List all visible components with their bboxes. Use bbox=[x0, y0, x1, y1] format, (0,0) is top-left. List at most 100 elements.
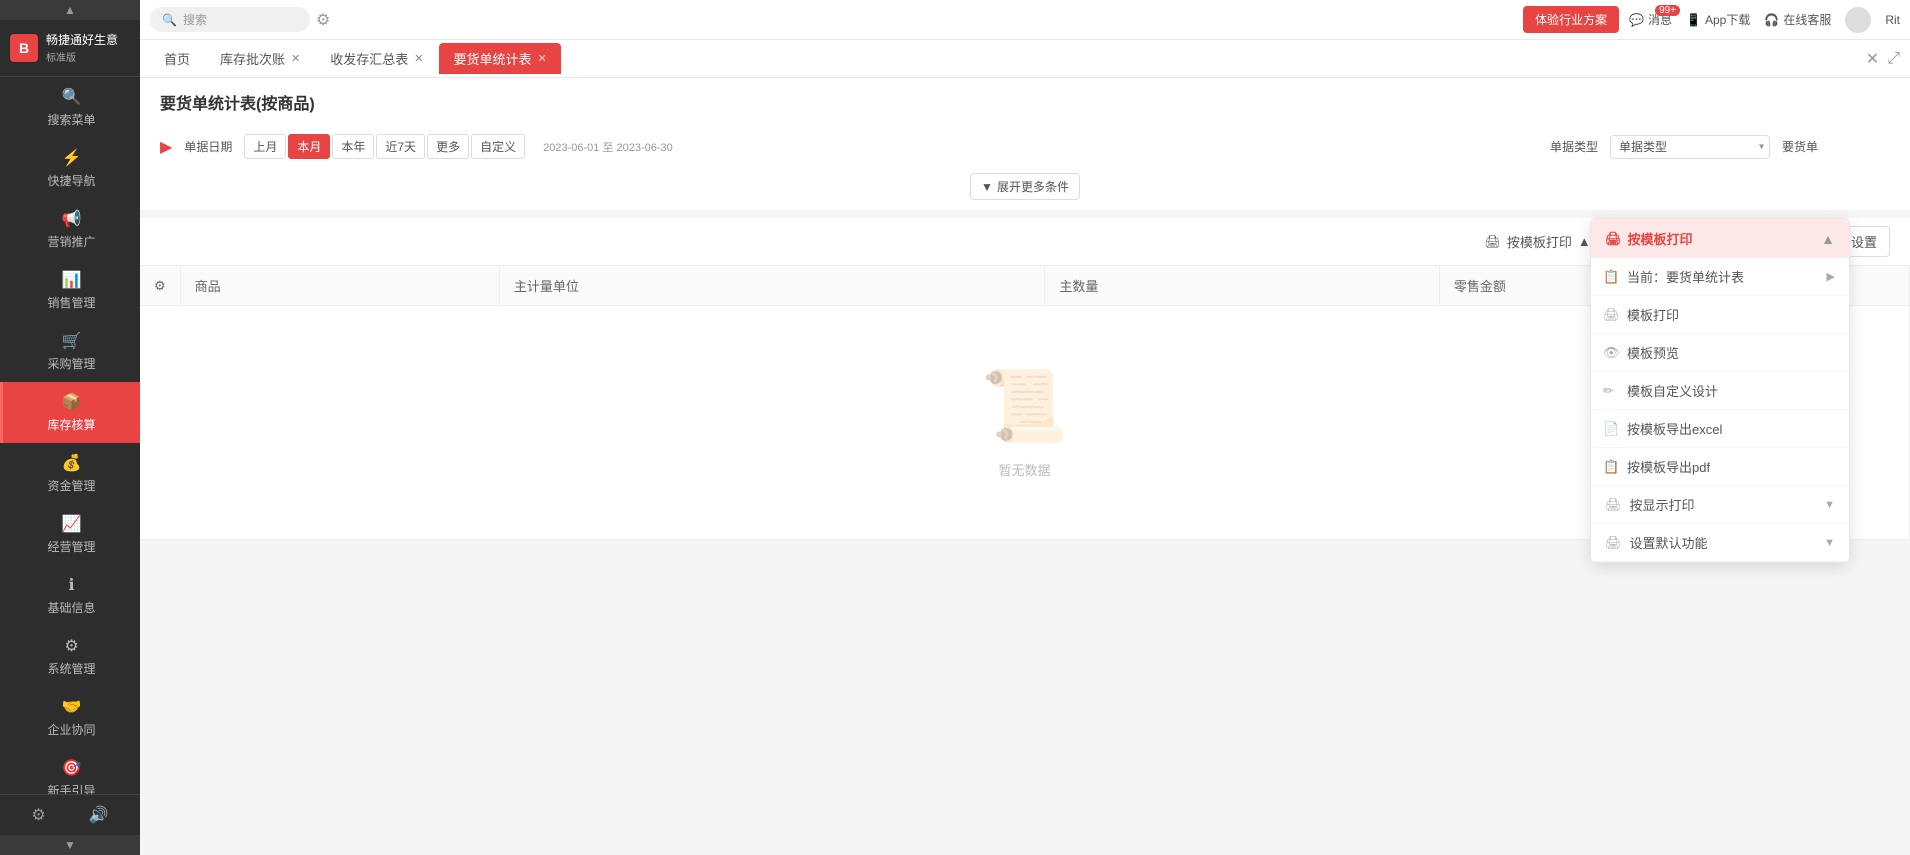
print-item-模板自定义设计[interactable]: ✏模板自定义设计 bbox=[1591, 372, 1849, 410]
print-arrow-icon: ▲ bbox=[1578, 234, 1591, 249]
logo-text-block: 畅捷通好生意 标准版 bbox=[46, 32, 118, 64]
page-title: 要货单统计表(按商品) bbox=[160, 90, 1890, 124]
nav-label: 快捷导航 bbox=[47, 172, 95, 189]
tab-close-icon[interactable]: ✕ bbox=[291, 52, 300, 65]
sidebar: ▲ B 畅捷通好生意 标准版 🔍 搜索菜单 ⚡快捷导航📢营销推广📊销售管理 🛒 采购管理… bbox=[0, 0, 140, 855]
sub-label: 设置默认功能 bbox=[1630, 533, 1708, 552]
tab-首页[interactable]: 首页 bbox=[150, 43, 204, 74]
sidebar-item-企业协同[interactable]: 🤝企业协同 bbox=[0, 687, 140, 748]
app-download-btn[interactable]: 📱 App下载 bbox=[1686, 11, 1750, 28]
tab-库存批次账[interactable]: 库存批次账 ✕ bbox=[206, 43, 314, 74]
expand-icon[interactable]: ▶ bbox=[160, 137, 172, 157]
tab-close-icon[interactable]: ✕ bbox=[414, 52, 423, 65]
sidebar-item-库存核算[interactable]: 📦 库存核算 bbox=[0, 382, 140, 443]
date-label: 单据日期 bbox=[184, 138, 232, 155]
gear-icon[interactable]: ⚙ bbox=[316, 10, 330, 30]
sidebar-item-快捷导航[interactable]: ⚡快捷导航 bbox=[0, 138, 140, 199]
nav-label: 库存核算 bbox=[47, 416, 95, 433]
logo-name: 畅捷通好生意 bbox=[46, 32, 118, 49]
print-dropdown-close-icon[interactable]: ▲ bbox=[1821, 231, 1835, 247]
col-header-商品: 商品 bbox=[180, 266, 499, 306]
tab-close-icon[interactable]: ✕ bbox=[538, 52, 547, 65]
print-item-按模板导出pdf[interactable]: 📋按模板导出pdf bbox=[1591, 448, 1849, 486]
print-sub-设置默认功能[interactable]: 🖨设置默认功能▼ bbox=[1591, 524, 1849, 562]
tab-要货单统计表[interactable]: 要货单统计表✕ bbox=[439, 43, 560, 74]
nav-icon: 💰 bbox=[62, 453, 82, 473]
sub-label: 按显示打印 bbox=[1630, 495, 1695, 514]
avatar[interactable] bbox=[1845, 7, 1871, 33]
message-icon: 💬 bbox=[1629, 13, 1644, 27]
current-label-text: 当前：要货单统计表 bbox=[1627, 267, 1744, 286]
nav-icon: 📦 bbox=[62, 392, 82, 412]
print-template-btn[interactable]: 🖨 按模板打印 ▲ bbox=[1484, 232, 1590, 251]
settings-icon[interactable]: ⚙ bbox=[31, 805, 45, 825]
print-sub-items-list: 🖨按显示打印▼🖨设置默认功能▼ bbox=[1591, 486, 1849, 562]
order-type-select[interactable]: 单据类型 bbox=[1610, 135, 1770, 159]
date-btn-更多[interactable]: 更多 bbox=[427, 134, 469, 159]
logo-sub: 标准版 bbox=[46, 49, 118, 64]
print-item-label: 模板打印 bbox=[1627, 305, 1679, 324]
col-header-settings[interactable]: ⚙ bbox=[140, 266, 180, 306]
sidebar-item-系统管理[interactable]: ⚙系统管理 bbox=[0, 626, 140, 687]
sidebar-item-销售管理[interactable]: 📊销售管理 bbox=[0, 260, 140, 321]
download-icon: 📱 bbox=[1686, 13, 1701, 27]
date-btn-近7天[interactable]: 近7天 bbox=[376, 134, 425, 159]
page-header: 要货单统计表(按商品) bbox=[140, 78, 1910, 124]
sidebar-scroll-up[interactable]: ▲ bbox=[0, 0, 140, 20]
print-dropdown-title: 🖨 按模板打印 bbox=[1605, 229, 1693, 248]
sidebar-item-搜索菜单[interactable]: 🔍 搜索菜单 bbox=[0, 77, 140, 138]
sidebar-item-资金管理[interactable]: 💰 资金管理 bbox=[0, 443, 140, 504]
sidebar-item-营销推广[interactable]: 📢营销推广 bbox=[0, 199, 140, 260]
date-btn-上月[interactable]: 上月 bbox=[244, 134, 286, 159]
sidebar-item-基础信息[interactable]: ℹ基础信息 bbox=[0, 565, 140, 626]
topbar-left: 🔍 搜索 ⚙ bbox=[150, 7, 1513, 32]
nav-label: 资金管理 bbox=[47, 477, 95, 494]
maximize-icon[interactable]: ⤢ bbox=[1887, 50, 1900, 68]
sidebar-logo: B 畅捷通好生意 标准版 bbox=[0, 20, 140, 77]
sidebar-item-采购管理[interactable]: 🛒 采购管理 bbox=[0, 321, 140, 382]
nav-label: 采购管理 bbox=[47, 355, 95, 372]
print-icon: 🖨 bbox=[1484, 234, 1501, 250]
order-type-select-wrap: 单据类型 bbox=[1610, 135, 1770, 159]
print-item-label: 模板自定义设计 bbox=[1627, 381, 1718, 400]
print-item-按模板导出excel[interactable]: 📄按模板导出excel bbox=[1591, 410, 1849, 448]
trial-btn[interactable]: 体验行业方案 bbox=[1523, 6, 1619, 33]
date-btn-本月[interactable]: 本月 bbox=[288, 134, 330, 159]
print-item-模板预览[interactable]: 👁模板预览 bbox=[1591, 334, 1849, 372]
topbar-right: 💬 消息 99+ 📱 App下载 🎧 在线客服 Rit bbox=[1629, 7, 1900, 33]
sidebar-bottom: ⚙ 🔊 bbox=[0, 794, 140, 835]
tab-收发存汇总表[interactable]: 收发存汇总表✕ bbox=[316, 43, 437, 74]
nav-icon: 📊 bbox=[62, 270, 82, 290]
username: Rit bbox=[1885, 13, 1900, 27]
nav-label: 搜索菜单 bbox=[47, 111, 95, 128]
close-tab-icon[interactable]: ✕ bbox=[1866, 49, 1879, 69]
col-header-主数量: 主数量 bbox=[1045, 266, 1440, 306]
expand-more-btn[interactable]: ▼ 展开更多条件 bbox=[970, 173, 1080, 200]
nav-label: 经营管理 bbox=[47, 538, 95, 555]
date-btn-本年[interactable]: 本年 bbox=[332, 134, 374, 159]
sub-arrow-icon: ▼ bbox=[1824, 499, 1835, 511]
print-btn-label: 按模板打印 bbox=[1507, 232, 1572, 251]
nav-icon: 🛒 bbox=[62, 331, 82, 351]
topbar-search[interactable]: 🔍 搜索 bbox=[150, 7, 310, 32]
tab-label: 库存批次账 bbox=[220, 49, 285, 68]
print-current-item[interactable]: 📋 当前：要货单统计表 ▶ bbox=[1591, 258, 1849, 296]
online-service-btn[interactable]: 🎧 在线客服 bbox=[1764, 11, 1831, 28]
service-icon: 🎧 bbox=[1764, 13, 1779, 27]
print-item-模板打印[interactable]: 🖨模板打印 bbox=[1591, 296, 1849, 334]
main-content: 🔍 搜索 ⚙ 体验行业方案 💬 消息 99+ 📱 App下载 🎧 在线客服 Ri… bbox=[140, 0, 1910, 855]
print-item-icon: 📄 bbox=[1603, 421, 1619, 437]
sidebar-item-新手引导[interactable]: 🎯新手引导 bbox=[0, 748, 140, 794]
sidebar-scroll-down[interactable]: ▼ bbox=[0, 835, 140, 855]
nav-icon: ⚙ bbox=[64, 636, 78, 656]
date-btn-group: 上月本月本年近7天更多自定义 bbox=[244, 134, 525, 159]
order-type-label: 单据类型 bbox=[1550, 138, 1598, 155]
app-download-label: App下载 bbox=[1705, 11, 1750, 28]
date-btn-自定义[interactable]: 自定义 bbox=[471, 134, 525, 159]
print-sub-按显示打印[interactable]: 🖨按显示打印▼ bbox=[1591, 486, 1849, 524]
sidebar-item-经营管理[interactable]: 📈经营管理 bbox=[0, 504, 140, 565]
sound-icon[interactable]: 🔊 bbox=[89, 805, 109, 825]
nav-icon: 🔍 bbox=[62, 87, 82, 107]
message-btn[interactable]: 💬 消息 99+ bbox=[1629, 11, 1672, 28]
order-status-label: 要货单 bbox=[1782, 138, 1818, 155]
